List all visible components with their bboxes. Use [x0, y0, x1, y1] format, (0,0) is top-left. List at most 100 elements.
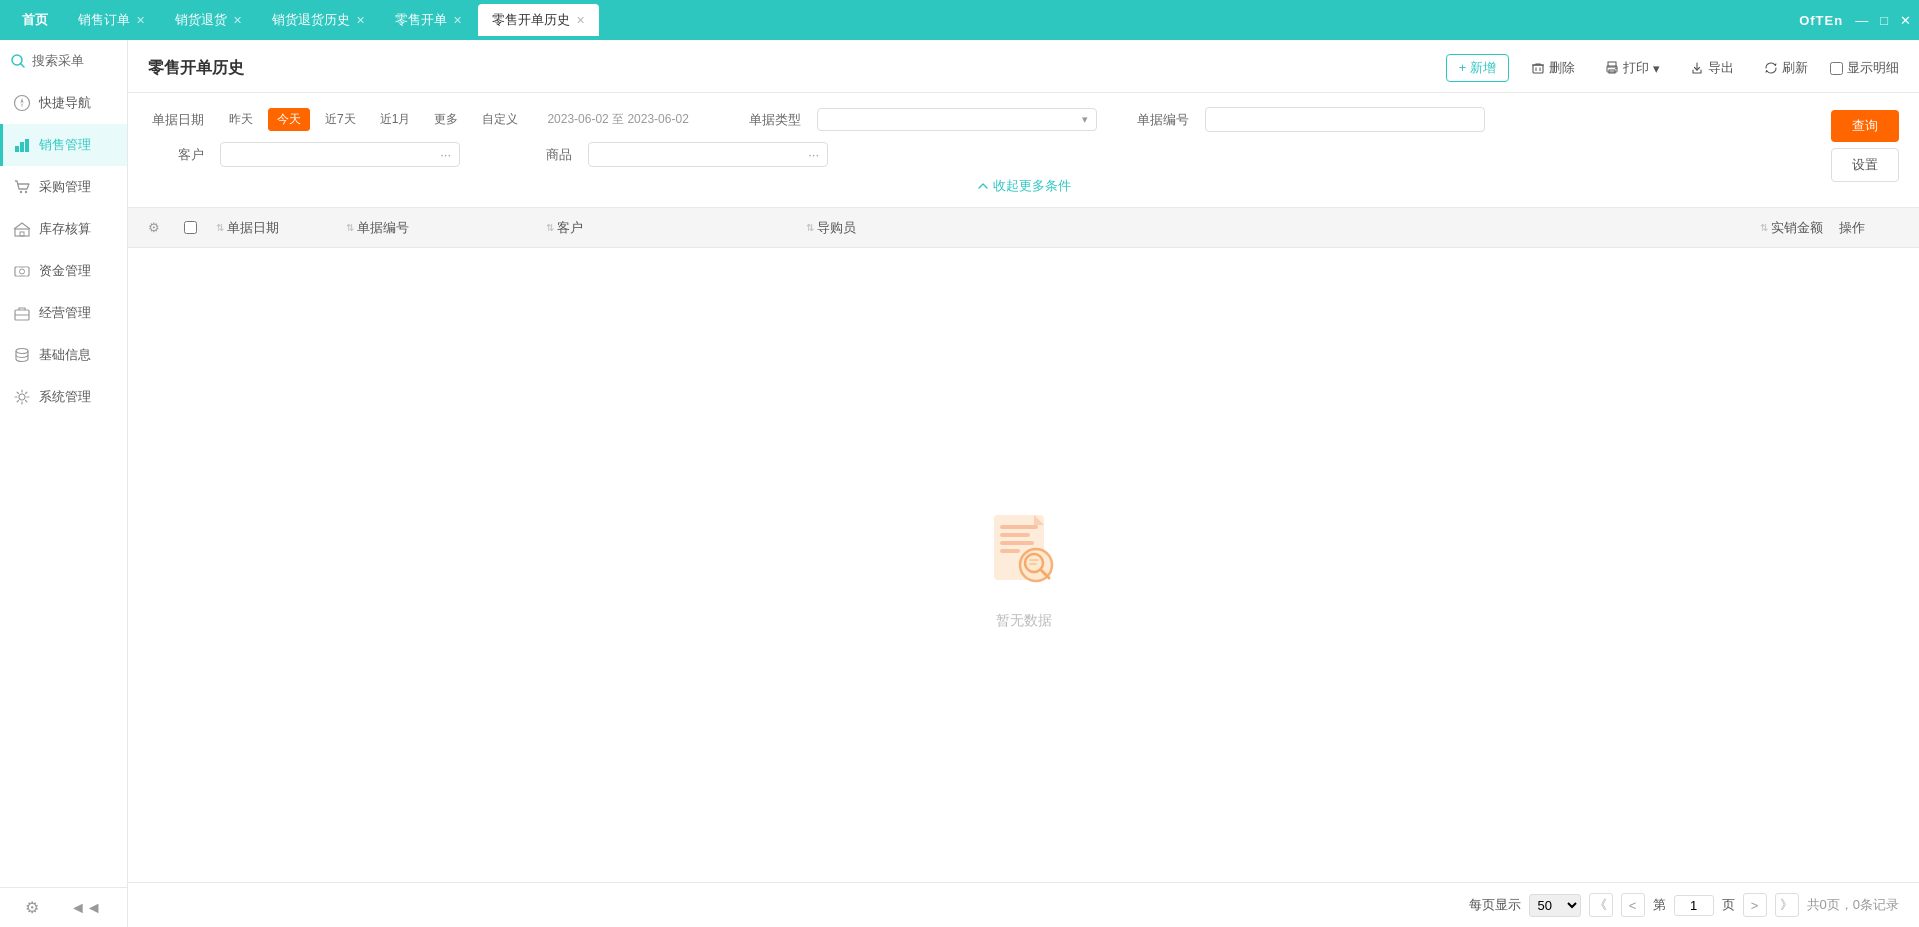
sidebar-item-basic-info[interactable]: 基础信息 — [0, 334, 127, 376]
svg-point-8 — [20, 191, 22, 193]
svg-marker-3 — [21, 98, 24, 103]
export-button[interactable]: 导出 — [1682, 55, 1742, 81]
print-button[interactable]: 打印 ▾ — [1597, 55, 1668, 81]
tab-retail-open-history[interactable]: 零售开单历史 ✕ — [478, 4, 599, 36]
tab-retail-open-close[interactable]: ✕ — [453, 14, 462, 27]
product-select[interactable]: ··· — [588, 142, 828, 167]
date-range-text: 2023-06-02 至 2023-06-02 — [547, 111, 688, 128]
sidebar-item-purchase-mgmt-label: 采购管理 — [39, 178, 91, 196]
last-page-icon: 》 — [1780, 896, 1793, 914]
col-action-label: 操作 — [1839, 219, 1865, 237]
sidebar-item-quick-nav[interactable]: 快捷导航 — [0, 82, 127, 124]
sidebar-settings-btn[interactable]: ⚙ — [25, 898, 39, 917]
window-close[interactable]: ✕ — [1900, 13, 1911, 28]
col-date-label: 单据日期 — [227, 219, 279, 237]
date-1month-btn[interactable]: 近1月 — [371, 108, 420, 131]
prev-page-btn[interactable]: < — [1621, 893, 1645, 917]
sidebar-search-label: 搜索采单 — [32, 52, 84, 70]
add-button[interactable]: + 新增 — [1446, 54, 1509, 82]
svg-point-27 — [1615, 68, 1617, 70]
filter-row-1: 单据日期 昨天 今天 近7天 近1月 更多 自定义 2023-06-02 至 2… — [148, 107, 1899, 132]
svg-rect-6 — [20, 142, 24, 152]
print-button-label: 打印 — [1623, 59, 1649, 77]
next-page-btn[interactable]: > — [1743, 893, 1767, 917]
sidebar-collapse-btn[interactable]: ◄◄ — [70, 899, 102, 917]
tab-sales-return-history[interactable]: 销货退货历史 ✕ — [258, 4, 379, 36]
date-7days-btn[interactable]: 近7天 — [316, 108, 365, 131]
display-cols-checkbox[interactable] — [1830, 62, 1843, 75]
next-page-icon: > — [1751, 898, 1759, 913]
tab-sales-order[interactable]: 销售订单 ✕ — [64, 4, 159, 36]
window-minimize[interactable]: — — [1855, 13, 1868, 28]
last-page-btn[interactable]: 》 — [1775, 893, 1799, 917]
customer-select[interactable]: ··· — [220, 142, 460, 167]
page-title: 零售开单历史 — [148, 58, 244, 79]
tab-retail-open[interactable]: 零售开单 ✕ — [381, 4, 476, 36]
bar-chart-icon — [13, 136, 31, 154]
pagination: 每页显示 50 10 20 100 《 < 第 页 > — [128, 882, 1919, 927]
col-header-salesperson[interactable]: ⇅ 导购员 — [798, 219, 948, 237]
tab-home[interactable]: 首页 — [8, 4, 62, 36]
sidebar-item-inventory[interactable]: 库存核算 — [0, 208, 127, 250]
page-label: 第 — [1653, 896, 1666, 914]
svg-rect-32 — [1000, 541, 1034, 545]
col-header-customer[interactable]: ⇅ 客户 — [538, 219, 798, 237]
sidebar-item-purchase-mgmt[interactable]: 采购管理 — [0, 166, 127, 208]
query-button[interactable]: 查询 — [1831, 110, 1899, 142]
sidebar-search[interactable]: 搜索采单 — [0, 40, 127, 82]
print-icon — [1605, 61, 1619, 75]
date-yesterday-btn[interactable]: 昨天 — [220, 108, 262, 131]
sidebar-item-sales-mgmt[interactable]: 销售管理 — [0, 124, 127, 166]
svg-rect-31 — [1000, 533, 1030, 537]
svg-rect-30 — [1000, 525, 1038, 529]
window-maximize[interactable]: □ — [1880, 13, 1888, 28]
first-page-btn[interactable]: 《 — [1589, 893, 1613, 917]
database-icon — [13, 346, 31, 364]
col-num-label: 单据编号 — [357, 219, 409, 237]
tab-sales-order-close[interactable]: ✕ — [136, 14, 145, 27]
date-range-display: 2023-06-02 至 2023-06-02 — [547, 111, 688, 128]
doc-num-label: 单据编号 — [1133, 111, 1189, 129]
date-custom-btn[interactable]: 自定义 — [473, 108, 527, 131]
tab-retail-open-history-label: 零售开单历史 — [492, 11, 570, 29]
table-settings-btn[interactable]: ⚙ — [136, 220, 172, 235]
tab-sales-return-history-label: 销货退货历史 — [272, 11, 350, 29]
delete-icon — [1531, 61, 1545, 75]
delete-button[interactable]: 删除 — [1523, 55, 1583, 81]
col-amount-label: 实销金额 — [1771, 219, 1823, 237]
tab-home-label: 首页 — [22, 11, 48, 29]
sidebar-item-quick-nav-label: 快捷导航 — [39, 94, 91, 112]
sidebar-item-system[interactable]: 系统管理 — [0, 376, 127, 418]
doc-type-select[interactable]: ▾ — [817, 108, 1097, 131]
main-layout: 搜索采单 快捷导航 销售管理 采购管理 — [0, 40, 1919, 927]
empty-icon-svg — [974, 500, 1074, 600]
col-header-date[interactable]: ⇅ 单据日期 — [208, 219, 338, 237]
col-header-action: 操作 — [1831, 219, 1911, 237]
date-more-btn[interactable]: 更多 — [425, 108, 467, 131]
refresh-button[interactable]: 刷新 — [1756, 55, 1816, 81]
briefcase-icon — [13, 304, 31, 322]
table-select-all[interactable] — [172, 221, 208, 234]
tab-sales-return[interactable]: 销货退货 ✕ — [161, 4, 256, 36]
table-header-row: ⚙ ⇅ 单据日期 ⇅ 单据编号 ⇅ 客户 ⇅ — [128, 208, 1919, 248]
collapse-filter-btn[interactable]: 收起更多条件 — [148, 177, 1899, 195]
page-number-input[interactable] — [1674, 895, 1714, 916]
col-date-sort-icon: ⇅ — [216, 222, 224, 233]
display-cols-toggle[interactable]: 显示明细 — [1830, 59, 1899, 77]
doc-num-input[interactable] — [1205, 107, 1485, 132]
sidebar-item-operation[interactable]: 经营管理 — [0, 292, 127, 334]
settings-btn-2[interactable]: 设置 — [1831, 148, 1899, 182]
svg-point-13 — [20, 269, 25, 274]
col-header-num[interactable]: ⇅ 单据编号 — [338, 219, 538, 237]
per-page-select[interactable]: 50 10 20 100 — [1529, 894, 1581, 917]
tab-retail-open-history-close[interactable]: ✕ — [576, 14, 585, 27]
select-all-checkbox[interactable] — [184, 221, 197, 234]
col-header-amount[interactable]: ⇅ 实销金额 — [1711, 219, 1831, 237]
date-today-btn[interactable]: 今天 — [268, 108, 310, 131]
col-salesperson-label: 导购员 — [817, 219, 856, 237]
svg-rect-11 — [20, 232, 24, 236]
date-filter-label: 单据日期 — [148, 111, 204, 129]
tab-sales-return-close[interactable]: ✕ — [233, 14, 242, 27]
tab-sales-return-history-close[interactable]: ✕ — [356, 14, 365, 27]
sidebar-item-finance[interactable]: 资金管理 — [0, 250, 127, 292]
